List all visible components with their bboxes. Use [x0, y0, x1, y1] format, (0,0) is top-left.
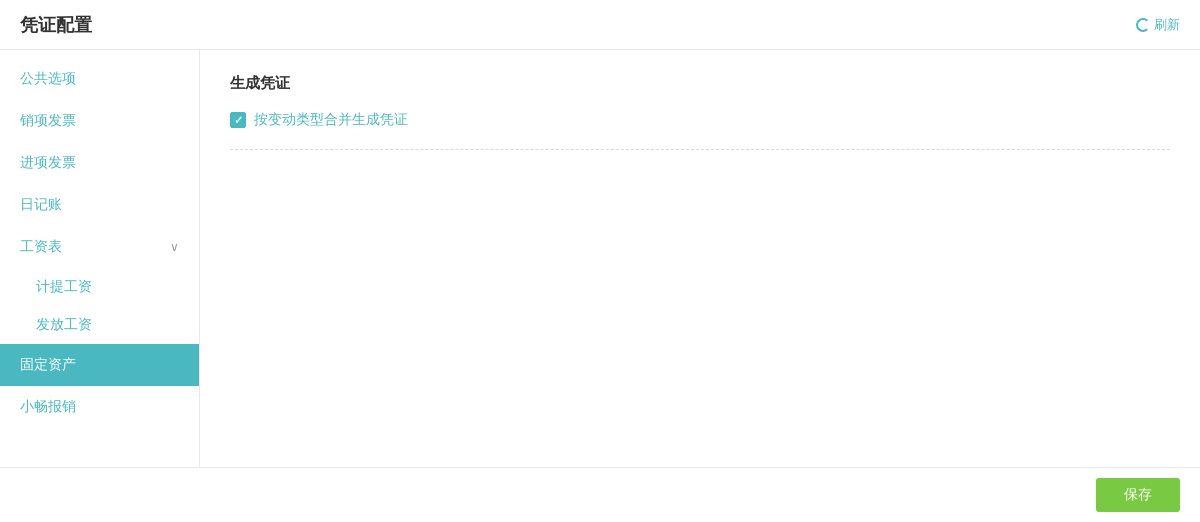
sidebar-item-label: 计提工资: [36, 278, 92, 294]
sidebar-item-journal[interactable]: 日记账: [0, 184, 199, 226]
section-title: 生成凭证: [230, 74, 1170, 93]
sidebar-item-label: 公共选项: [20, 70, 76, 88]
sidebar: 公共选项 销项发票 进项发票 日记账 工资表 ∨ 计提工资 发放工资 固定资产 …: [0, 50, 200, 467]
save-button[interactable]: 保存: [1096, 478, 1180, 512]
refresh-icon: [1136, 18, 1150, 32]
sidebar-item-expense[interactable]: 小畅报销: [0, 386, 199, 428]
sidebar-item-payroll[interactable]: 工资表 ∨: [0, 226, 199, 268]
merge-by-type-checkbox[interactable]: [230, 112, 246, 128]
section-divider: [230, 149, 1170, 150]
content-area: 生成凭证 按变动类型合并生成凭证: [200, 50, 1200, 467]
sidebar-item-public[interactable]: 公共选项: [0, 58, 199, 100]
sidebar-item-label: 小畅报销: [20, 398, 76, 416]
sidebar-item-label: 销项发票: [20, 112, 76, 130]
sidebar-item-sales-invoice[interactable]: 销项发票: [0, 100, 199, 142]
refresh-button[interactable]: 刷新: [1136, 16, 1180, 34]
sidebar-item-label: 固定资产: [20, 356, 76, 374]
sidebar-item-pay-salary[interactable]: 发放工资: [0, 306, 199, 344]
page-title: 凭证配置: [20, 13, 92, 37]
sidebar-item-label: 日记账: [20, 196, 62, 214]
sidebar-item-label: 进项发票: [20, 154, 76, 172]
checkbox-label: 按变动类型合并生成凭证: [254, 111, 408, 129]
page-header: 凭证配置 刷新: [0, 0, 1200, 50]
sidebar-item-label: 发放工资: [36, 316, 92, 332]
chevron-down-icon: ∨: [170, 240, 179, 254]
sidebar-item-label: 工资表: [20, 238, 62, 256]
checkbox-row[interactable]: 按变动类型合并生成凭证: [230, 111, 1170, 129]
main-container: 公共选项 销项发票 进项发票 日记账 工资表 ∨ 计提工资 发放工资 固定资产 …: [0, 50, 1200, 467]
sidebar-item-purchase-invoice[interactable]: 进项发票: [0, 142, 199, 184]
refresh-label: 刷新: [1154, 16, 1180, 34]
sidebar-item-calc-salary[interactable]: 计提工资: [0, 268, 199, 306]
sidebar-item-fixed-assets[interactable]: 固定资产: [0, 344, 199, 386]
page-footer: 保存: [0, 467, 1200, 522]
